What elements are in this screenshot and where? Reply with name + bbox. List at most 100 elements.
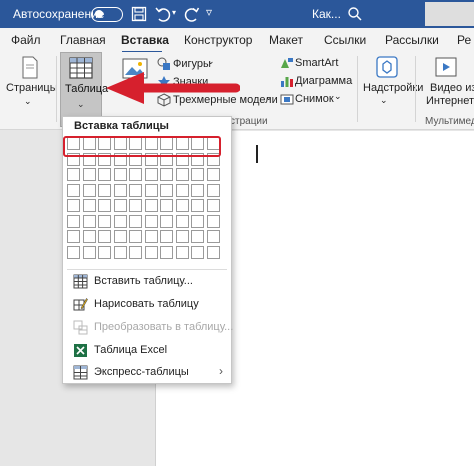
- undo-dropdown-icon[interactable]: ▾: [172, 8, 176, 28]
- grid-cell[interactable]: [175, 183, 189, 197]
- grid-cell[interactable]: [67, 168, 80, 181]
- grid-cell[interactable]: [206, 230, 220, 243]
- addins-chevron-icon[interactable]: ⌄: [380, 95, 388, 106]
- grid-cell[interactable]: [129, 214, 142, 228]
- 3d-models-chevron-icon[interactable]: ⌄: [265, 92, 273, 103]
- grid-cell[interactable]: [144, 183, 158, 197]
- grid-cell[interactable]: [82, 183, 96, 197]
- screenshot-chevron-icon[interactable]: ⌄: [334, 91, 342, 102]
- smartart-icon[interactable]: [280, 56, 294, 73]
- online-video-label-line1[interactable]: Видео из: [430, 82, 474, 94]
- tab-layout[interactable]: Макет: [269, 33, 303, 47]
- customize-toolbar-icon[interactable]: ▿: [206, 5, 212, 25]
- grid-cell[interactable]: [82, 168, 96, 181]
- grid-cell[interactable]: [160, 230, 173, 243]
- grid-cell[interactable]: [67, 245, 80, 259]
- grid-cell[interactable]: [175, 168, 189, 181]
- grid-cell[interactable]: [113, 183, 127, 197]
- grid-cell[interactable]: [160, 183, 173, 197]
- chart-button-label[interactable]: Диаграмма: [295, 75, 352, 87]
- grid-cell[interactable]: [113, 214, 127, 228]
- tab-insert[interactable]: Вставка: [121, 33, 169, 47]
- grid-cell[interactable]: [191, 183, 204, 197]
- grid-cell[interactable]: [144, 199, 158, 212]
- group-separator: [357, 56, 358, 122]
- grid-cell[interactable]: [206, 245, 220, 259]
- menu-item-excel-table[interactable]: Таблица Excel: [69, 341, 229, 361]
- grid-cell[interactable]: [113, 245, 127, 259]
- menu-item-draw-table[interactable]: Нарисовать таблицу: [69, 295, 229, 315]
- undo-icon[interactable]: [154, 4, 172, 24]
- tab-review[interactable]: Ре: [457, 33, 471, 47]
- account-area[interactable]: [425, 2, 474, 26]
- search-icon[interactable]: [347, 6, 363, 27]
- grid-cell[interactable]: [67, 199, 80, 212]
- grid-cell[interactable]: [98, 245, 111, 259]
- save-icon[interactable]: [131, 4, 147, 24]
- grid-cell[interactable]: [144, 168, 158, 181]
- group-separator: [56, 56, 57, 122]
- tab-design[interactable]: Конструктор: [184, 33, 252, 47]
- grid-cell[interactable]: [82, 199, 96, 212]
- tab-mailings[interactable]: Рассылки: [385, 33, 439, 47]
- tab-home[interactable]: Главная: [60, 33, 106, 47]
- grid-cell[interactable]: [67, 230, 80, 243]
- grid-cell[interactable]: [175, 199, 189, 212]
- grid-cell[interactable]: [160, 199, 173, 212]
- chart-icon[interactable]: [280, 74, 294, 91]
- addins-icon[interactable]: [375, 55, 399, 82]
- grid-cell[interactable]: [206, 214, 220, 228]
- grid-cell[interactable]: [160, 168, 173, 181]
- grid-cell[interactable]: [175, 245, 189, 259]
- grid-cell[interactable]: [113, 168, 127, 181]
- grid-cell[interactable]: [129, 199, 142, 212]
- grid-cell[interactable]: [191, 245, 204, 259]
- grid-cell[interactable]: [129, 168, 142, 181]
- grid-cell[interactable]: [82, 214, 96, 228]
- ribbon-tabs: Файл Главная Вставка Конструктор Макет С…: [0, 28, 474, 52]
- grid-cell[interactable]: [98, 199, 111, 212]
- grid-cell[interactable]: [113, 199, 127, 212]
- screenshot-button-label[interactable]: Снимок: [295, 93, 334, 105]
- grid-cell[interactable]: [191, 230, 204, 243]
- grid-cell[interactable]: [175, 214, 189, 228]
- grid-cell[interactable]: [206, 168, 220, 181]
- pages-button-label[interactable]: Страницы: [6, 82, 58, 94]
- pages-icon[interactable]: [20, 56, 40, 83]
- grid-cell[interactable]: [191, 214, 204, 228]
- grid-cell[interactable]: [144, 245, 158, 259]
- grid-cell[interactable]: [206, 199, 220, 212]
- grid-cell[interactable]: [129, 245, 142, 259]
- grid-cell[interactable]: [98, 183, 111, 197]
- online-video-icon[interactable]: [434, 55, 458, 82]
- menu-item-quick-tables[interactable]: Экспресс-таблицы ›: [69, 363, 229, 383]
- menu-item-insert-table[interactable]: Вставить таблицу...: [69, 272, 229, 292]
- grid-cell[interactable]: [160, 245, 173, 259]
- grid-cell[interactable]: [98, 230, 111, 243]
- grid-cell[interactable]: [82, 245, 96, 259]
- grid-cell[interactable]: [67, 214, 80, 228]
- grid-cell[interactable]: [206, 183, 220, 197]
- redo-icon[interactable]: [184, 4, 200, 24]
- grid-cell[interactable]: [113, 230, 127, 243]
- grid-cell[interactable]: [191, 199, 204, 212]
- grid-cell[interactable]: [98, 214, 111, 228]
- grid-cell[interactable]: [175, 230, 189, 243]
- grid-cell[interactable]: [160, 214, 173, 228]
- tab-references[interactable]: Ссылки: [324, 33, 366, 47]
- grid-cell[interactable]: [67, 183, 80, 197]
- tab-file[interactable]: Файл: [11, 33, 41, 47]
- grid-cell[interactable]: [129, 230, 142, 243]
- grid-cell[interactable]: [129, 183, 142, 197]
- grid-cell[interactable]: [82, 230, 96, 243]
- autosave-toggle[interactable]: [91, 7, 123, 22]
- screenshot-icon[interactable]: [280, 92, 294, 109]
- grid-cell[interactable]: [191, 168, 204, 181]
- pages-chevron-icon[interactable]: ⌄: [24, 96, 32, 107]
- menu-item-label: Преобразовать в таблицу...: [94, 321, 234, 333]
- grid-cell[interactable]: [144, 230, 158, 243]
- smartart-button-label[interactable]: SmartArt: [295, 57, 338, 69]
- grid-cell[interactable]: [98, 168, 111, 181]
- grid-cell[interactable]: [144, 214, 158, 228]
- online-video-label-line2[interactable]: Интернета: [426, 95, 474, 107]
